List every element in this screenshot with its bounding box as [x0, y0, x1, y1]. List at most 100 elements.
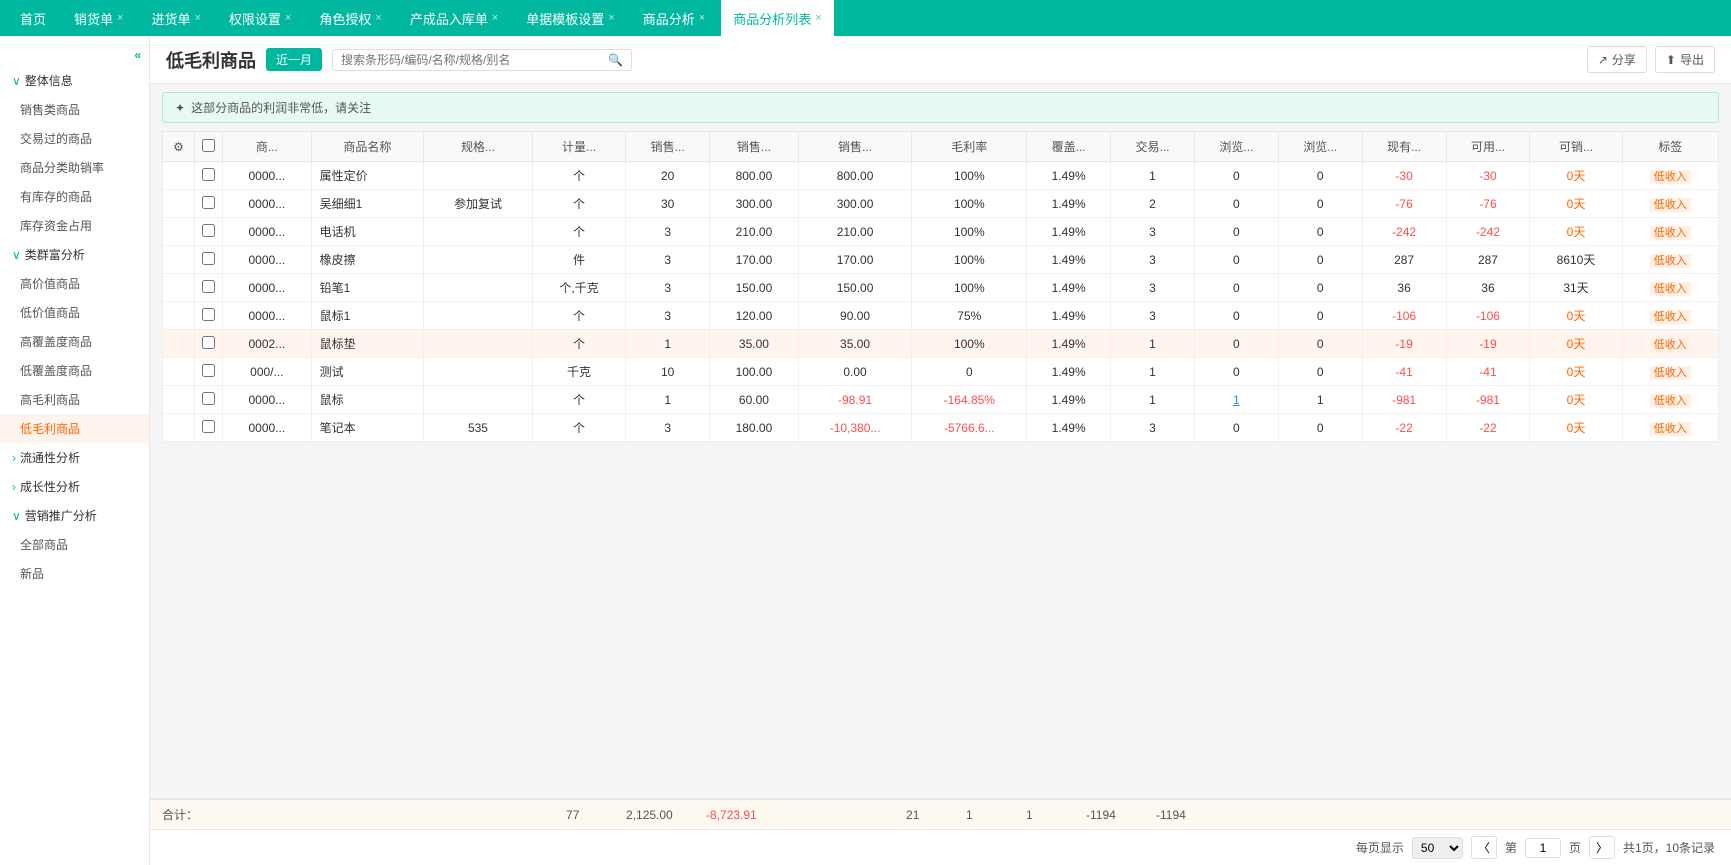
row-spec — [424, 330, 533, 358]
nav-home[interactable]: 首页 — [8, 0, 58, 36]
row-checkbox[interactable] — [195, 162, 223, 190]
close-sales-order-icon[interactable]: × — [117, 12, 123, 24]
close-finished-goods-icon[interactable]: × — [492, 12, 498, 24]
row-select-checkbox[interactable] — [202, 168, 215, 181]
sidebar-item-high-coverage[interactable]: 高覆盖度商品 — [0, 327, 149, 356]
nav-finished-goods[interactable]: 产成品入库单 × — [398, 0, 510, 36]
col-settings[interactable]: ⚙ — [163, 132, 195, 162]
row-checkbox[interactable] — [195, 246, 223, 274]
col-code-header[interactable]: 商... — [223, 132, 312, 162]
prev-page-button[interactable]: 〈 — [1471, 836, 1497, 859]
sidebar-group-cluster[interactable]: ∨ 类群富分析 — [0, 240, 149, 269]
close-permissions-icon[interactable]: × — [285, 12, 291, 24]
sidebar-group-marketing[interactable]: ∨ 营销推广分析 — [0, 501, 149, 530]
sidebar-item-category-rate[interactable]: 商品分类助销率 — [0, 153, 149, 182]
nav-purchase-order[interactable]: 进货单 × — [139, 0, 212, 36]
nav-sales-order[interactable]: 销货单 × — [62, 0, 135, 36]
sidebar-group-overall[interactable]: ∨ 整体信息 — [0, 66, 149, 95]
col-sales-count-header[interactable]: 销售... — [626, 132, 710, 162]
total-browse1: 1 — [966, 808, 1026, 822]
total-sales-price: 2,125.00 — [626, 808, 706, 822]
row-tag: 低收入 — [1622, 246, 1718, 274]
row-browse1[interactable]: 1 — [1194, 386, 1278, 414]
search-icon[interactable]: 🔍 — [608, 53, 623, 67]
date-filter-button[interactable]: 近一月 — [266, 48, 322, 71]
search-input[interactable] — [341, 53, 608, 67]
row-select-checkbox[interactable] — [202, 420, 215, 433]
row-select-checkbox[interactable] — [202, 392, 215, 405]
row-checkbox[interactable] — [195, 274, 223, 302]
col-browse2-header[interactable]: 浏览... — [1278, 132, 1362, 162]
row-select-checkbox[interactable] — [202, 308, 215, 321]
col-unit-header[interactable]: 计量... — [532, 132, 625, 162]
sidebar-item-stock-capital[interactable]: 库存资金占用 — [0, 211, 149, 240]
row-browse1: 0 — [1194, 358, 1278, 386]
row-available-stock: -242 — [1446, 218, 1530, 246]
row-checkbox[interactable] — [195, 218, 223, 246]
row-select-checkbox[interactable] — [202, 196, 215, 209]
col-saleable-header[interactable]: 可销... — [1530, 132, 1622, 162]
row-browse2: 0 — [1278, 330, 1362, 358]
per-page-select[interactable]: 10 20 50 100 — [1412, 837, 1463, 859]
row-saleable-days: 0天 — [1530, 414, 1622, 442]
tag-label: 低收入 — [1650, 198, 1691, 212]
sidebar-item-all-goods[interactable]: 全部商品 — [0, 530, 149, 559]
sidebar-item-low-coverage[interactable]: 低覆盖度商品 — [0, 356, 149, 385]
row-checkbox[interactable] — [195, 302, 223, 330]
nav-role-auth[interactable]: 角色授权 × — [307, 0, 393, 36]
nav-product-analysis[interactable]: 商品分析 × — [631, 0, 717, 36]
col-gross-margin-header[interactable]: 毛利率 — [912, 132, 1027, 162]
row-browse2: 0 — [1278, 302, 1362, 330]
col-trans-header[interactable]: 交易... — [1111, 132, 1195, 162]
row-select-checkbox[interactable] — [202, 252, 215, 265]
row-checkbox[interactable] — [195, 414, 223, 442]
row-select-checkbox[interactable] — [202, 224, 215, 237]
sidebar-item-traded-goods[interactable]: 交易过的商品 — [0, 124, 149, 153]
current-page-input[interactable] — [1525, 838, 1561, 858]
sidebar-item-low-margin[interactable]: 低毛利商品 — [0, 414, 149, 443]
row-checkbox[interactable] — [195, 190, 223, 218]
sidebar-item-new-goods[interactable]: 新品 — [0, 559, 149, 588]
sidebar-item-high-value[interactable]: 高价值商品 — [0, 269, 149, 298]
next-page-button[interactable]: 〉 — [1589, 836, 1615, 859]
close-purchase-order-icon[interactable]: × — [194, 12, 200, 24]
col-name-header[interactable]: 商品名称 — [311, 132, 423, 162]
col-tag-header[interactable]: 标签 — [1622, 132, 1718, 162]
sidebar-collapse-btn[interactable]: « — [0, 44, 149, 66]
col-available-stock-header[interactable]: 可用... — [1446, 132, 1530, 162]
col-coverage-header[interactable]: 覆盖... — [1027, 132, 1111, 162]
col-sales-price-header[interactable]: 销售... — [710, 132, 799, 162]
close-template-settings-icon[interactable]: × — [608, 12, 614, 24]
col-current-stock-header[interactable]: 现有... — [1362, 132, 1446, 162]
sidebar-group-growth[interactable]: › 成长性分析 — [0, 472, 149, 501]
col-browse1-header[interactable]: 浏览... — [1194, 132, 1278, 162]
sidebar-item-sales-goods[interactable]: 销售类商品 — [0, 95, 149, 124]
row-checkbox[interactable] — [195, 386, 223, 414]
col-sales-profit-header[interactable]: 销售... — [798, 132, 912, 162]
close-product-analysis-list-icon[interactable]: × — [815, 12, 821, 24]
row-checkbox[interactable] — [195, 358, 223, 386]
col-spec-header[interactable]: 规格... — [424, 132, 533, 162]
nav-template-settings[interactable]: 单据模板设置 × — [514, 0, 626, 36]
row-browse2: 0 — [1278, 274, 1362, 302]
row-browse1: 0 — [1194, 218, 1278, 246]
row-saleable-days: 0天 — [1530, 358, 1622, 386]
sidebar-group-circulation[interactable]: › 流通性分析 — [0, 443, 149, 472]
row-select-checkbox[interactable] — [202, 336, 215, 349]
share-button[interactable]: ↗ 分享 — [1587, 46, 1647, 73]
select-all-checkbox[interactable] — [202, 139, 215, 152]
col-checkbox-header[interactable] — [195, 132, 223, 162]
row-select-checkbox[interactable] — [202, 280, 215, 293]
sidebar-item-high-margin[interactable]: 高毛利商品 — [0, 385, 149, 414]
row-select-checkbox[interactable] — [202, 364, 215, 377]
sidebar-item-low-value[interactable]: 低价值商品 — [0, 298, 149, 327]
row-gross-margin: -164.85% — [912, 386, 1027, 414]
close-role-auth-icon[interactable]: × — [375, 12, 381, 24]
export-button[interactable]: ⬆ 导出 — [1655, 46, 1715, 73]
row-checkbox[interactable] — [195, 330, 223, 358]
close-product-analysis-icon[interactable]: × — [699, 12, 705, 24]
nav-product-analysis-list[interactable]: 商品分析列表 × — [721, 0, 833, 36]
nav-permissions[interactable]: 权限设置 × — [217, 0, 303, 36]
sidebar-item-in-stock[interactable]: 有库存的商品 — [0, 182, 149, 211]
row-sales-price: 100.00 — [710, 358, 799, 386]
